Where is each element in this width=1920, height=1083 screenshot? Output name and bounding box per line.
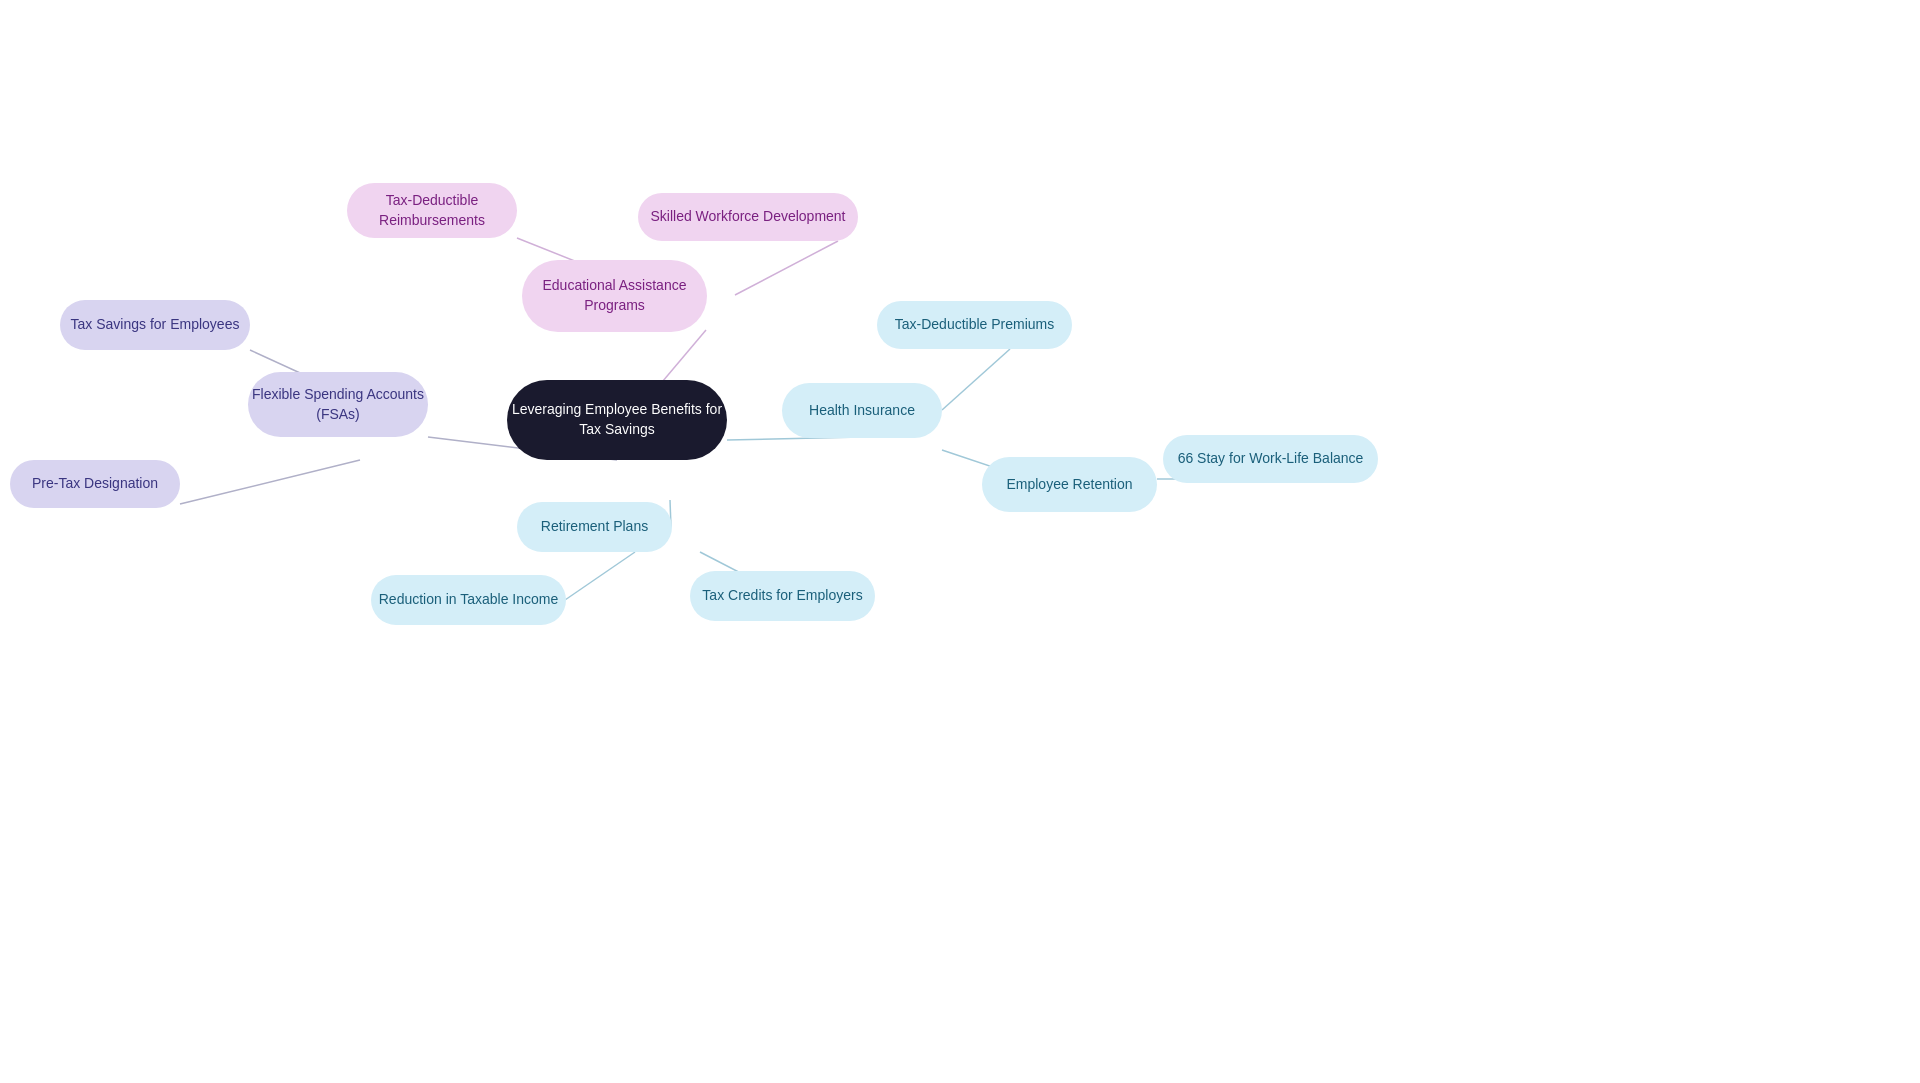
work-life-balance-label: 66 Stay for Work-Life Balance [1174, 449, 1368, 469]
retirement-plans-node[interactable]: Retirement Plans [517, 502, 672, 552]
health-insurance-label: Health Insurance [805, 401, 919, 421]
pre-tax-label: Pre-Tax Designation [28, 474, 162, 494]
fsa-node-label: Flexible Spending Accounts (FSAs) [248, 385, 428, 424]
skilled-workforce-node[interactable]: Skilled Workforce Development [638, 193, 858, 241]
svg-line-11 [565, 552, 635, 600]
tax-deductible-premiums-node[interactable]: Tax-Deductible Premiums [877, 301, 1072, 349]
work-life-balance-node[interactable]: 66 Stay for Work-Life Balance [1163, 435, 1378, 483]
svg-line-8 [942, 349, 1010, 410]
svg-line-7 [735, 241, 838, 295]
tax-credits-employers-label: Tax Credits for Employers [698, 586, 866, 606]
fsa-node[interactable]: Flexible Spending Accounts (FSAs) [248, 372, 428, 437]
educational-assistance-label: Educational Assistance Programs [522, 276, 707, 315]
tax-savings-employees-label: Tax Savings for Employees [67, 315, 244, 335]
retirement-plans-label: Retirement Plans [537, 517, 652, 537]
pre-tax-node[interactable]: Pre-Tax Designation [10, 460, 180, 508]
tax-savings-employees-node[interactable]: Tax Savings for Employees [60, 300, 250, 350]
educational-assistance-node[interactable]: Educational Assistance Programs [522, 260, 707, 332]
skilled-workforce-label: Skilled Workforce Development [646, 207, 849, 227]
reduction-taxable-income-label: Reduction in Taxable Income [375, 590, 563, 610]
tax-deductible-reimbursements-node[interactable]: Tax-Deductible Reimbursements [347, 183, 517, 238]
center-node[interactable]: Leveraging Employee Benefits for Tax Sav… [507, 380, 727, 460]
tax-deductible-reimbursements-label: Tax-Deductible Reimbursements [347, 191, 517, 230]
tax-deductible-premiums-label: Tax-Deductible Premiums [891, 315, 1059, 335]
reduction-taxable-income-node[interactable]: Reduction in Taxable Income [371, 575, 566, 625]
tax-credits-employers-node[interactable]: Tax Credits for Employers [690, 571, 875, 621]
health-insurance-node[interactable]: Health Insurance [782, 383, 942, 438]
employee-retention-node[interactable]: Employee Retention [982, 457, 1157, 512]
svg-line-5 [180, 460, 360, 504]
center-node-label: Leveraging Employee Benefits for Tax Sav… [507, 400, 727, 439]
employee-retention-label: Employee Retention [1002, 475, 1136, 495]
